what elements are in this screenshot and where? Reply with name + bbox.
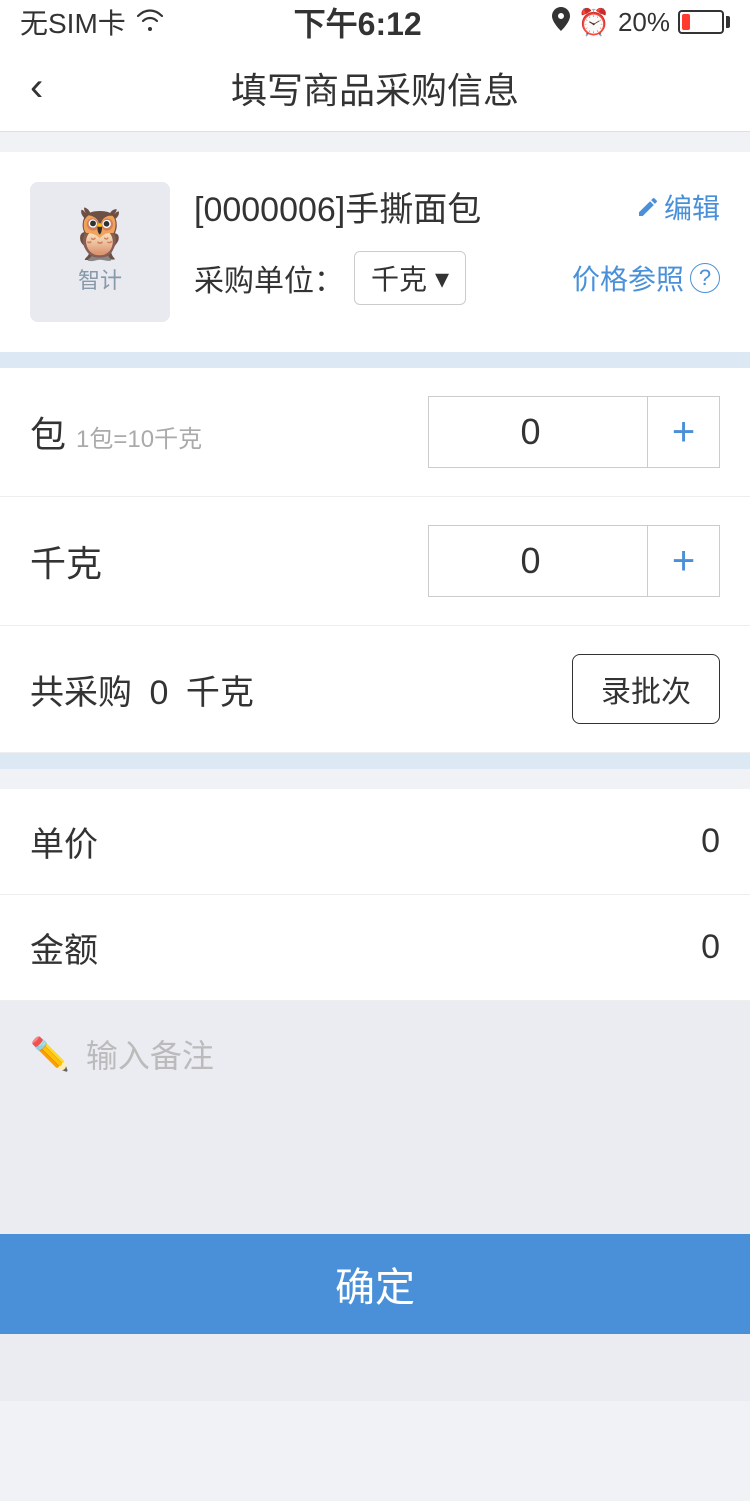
unit-value: 千克 (371, 258, 427, 298)
unit-dropdown-icon: ▾ (435, 262, 449, 295)
pencil-icon: ✏️ (30, 1035, 70, 1073)
bao-label: 包 (30, 406, 66, 458)
bao-input[interactable] (428, 396, 648, 468)
product-unit-row: 采购单位： 千克 ▾ 价格参照 ? (194, 251, 720, 305)
summary-amount: 0 (149, 674, 168, 712)
product-card: 🦉 智计 [0000006]手撕面包 编辑 采购单位： 千克 ▾ 价格参照 ? (0, 152, 750, 352)
nav-bar: ‹ 填写商品采购信息 (0, 44, 750, 132)
input-section: 包 1包=10千克 + 千克 + (0, 368, 750, 626)
product-image-label: 智计 (69, 263, 131, 295)
kg-plus-button[interactable]: + (648, 525, 720, 597)
product-info: [0000006]手撕面包 编辑 采购单位： 千克 ▾ 价格参照 ? (194, 182, 720, 305)
status-left: 无SIM卡 (20, 2, 164, 42)
amount-value: 0 (701, 928, 720, 967)
divider-2 (0, 753, 750, 769)
battery-percent: 20% (618, 7, 670, 38)
product-name-row: [0000006]手撕面包 编辑 (194, 182, 720, 231)
summary-row: 共采购 0 千克 录批次 (0, 626, 750, 753)
bao-sublabel: 1包=10千克 (76, 419, 202, 454)
alarm-icon: ⏰ (578, 7, 610, 38)
status-bar: 无SIM卡 下午6:12 ⏰ 20% (0, 0, 750, 44)
kg-input[interactable] (428, 525, 648, 597)
amount-row: 金额 0 (0, 895, 750, 1001)
confirm-button[interactable]: 确定 (0, 1234, 750, 1334)
price-ref-question-icon: ? (690, 263, 720, 293)
kg-input-group: + (428, 525, 720, 597)
price-ref-label: 价格参照 (572, 258, 684, 298)
page-title: 填写商品采购信息 (231, 62, 519, 114)
unit-price-row: 单价 0 (0, 789, 750, 895)
status-time: 下午6:12 (294, 0, 422, 45)
kg-input-row: 千克 + (0, 497, 750, 626)
bao-label-group: 包 1包=10千克 (30, 406, 202, 458)
price-section: 单价 0 金额 0 (0, 789, 750, 1001)
status-right: ⏰ 20% (552, 7, 730, 38)
amount-label: 金额 (30, 923, 98, 972)
bao-input-row: 包 1包=10千克 + (0, 368, 750, 497)
product-image: 🦉 智计 (30, 182, 170, 322)
batch-button[interactable]: 录批次 (572, 654, 720, 724)
summary-text: 共采购 0 千克 (30, 665, 254, 714)
price-ref-button[interactable]: 价格参照 ? (572, 258, 720, 298)
note-section[interactable]: ✏️ 输入备注 (0, 1001, 750, 1401)
unit-price-value: 0 (701, 822, 720, 861)
bottom-spacer (0, 1401, 750, 1501)
edit-button[interactable]: 编辑 (636, 187, 720, 227)
unit-select[interactable]: 千克 ▾ (354, 251, 466, 305)
product-name: [0000006]手撕面包 (194, 182, 481, 231)
unit-prefix-label: 采购单位： (194, 256, 344, 300)
summary-unit: 千克 (186, 674, 254, 712)
divider-1 (0, 352, 750, 368)
bao-plus-button[interactable]: + (648, 396, 720, 468)
edit-label: 编辑 (664, 187, 720, 227)
product-owl-icon: 🦉 (69, 209, 131, 259)
back-button[interactable]: ‹ (30, 65, 43, 110)
kg-label: 千克 (30, 535, 102, 587)
summary-prefix: 共采购 (30, 674, 132, 712)
unit-price-label: 单价 (30, 817, 98, 866)
battery-icon (678, 10, 730, 34)
kg-label-group: 千克 (30, 535, 102, 587)
note-placeholder: 输入备注 (86, 1031, 214, 1077)
location-icon (552, 7, 570, 38)
bao-input-group: + (428, 396, 720, 468)
wifi-icon (136, 6, 164, 38)
carrier-label: 无SIM卡 (20, 2, 126, 42)
